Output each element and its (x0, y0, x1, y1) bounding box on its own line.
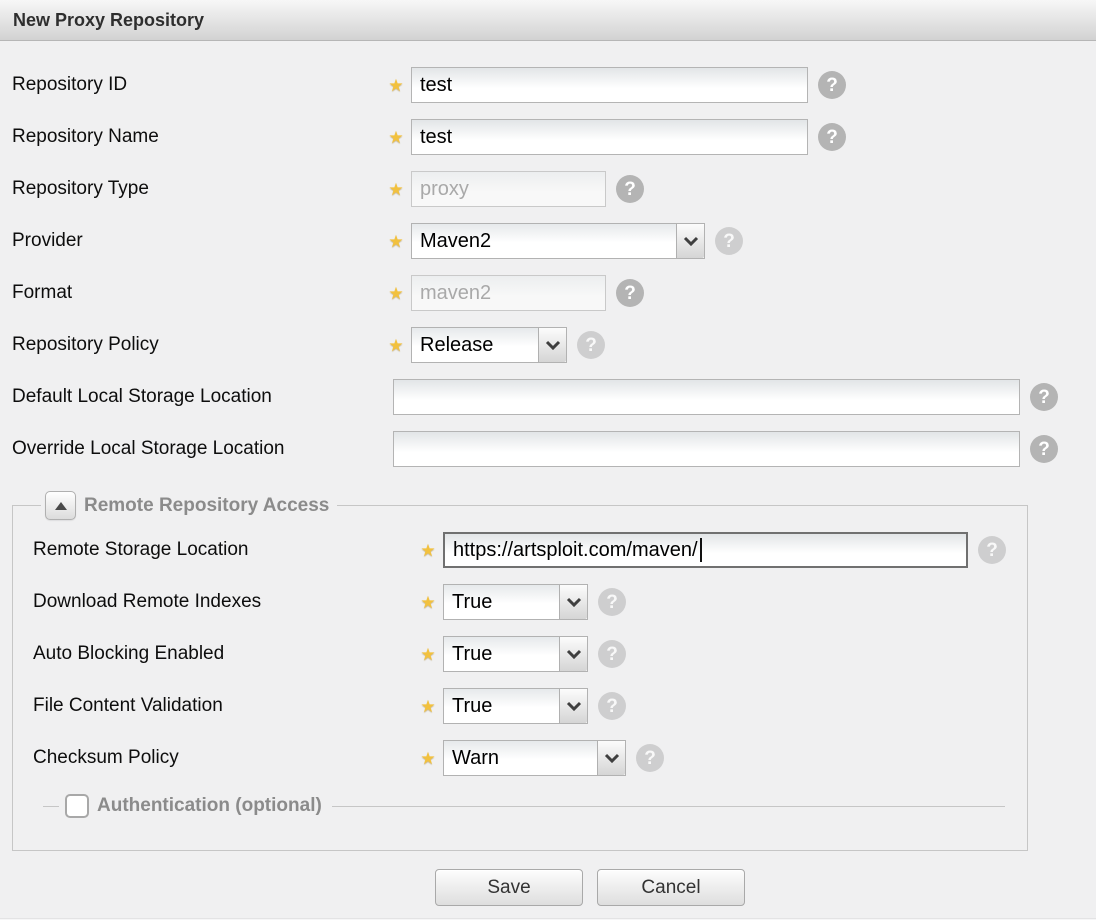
required-star-icon: ★ (420, 540, 436, 560)
form-row-repository-name: Repository Name ★ ? (0, 111, 1096, 163)
save-button[interactable]: Save (435, 869, 583, 906)
chevron-down-icon[interactable] (559, 585, 587, 619)
provider-label: Provider (12, 230, 83, 251)
repository-type-input (411, 171, 606, 207)
required-star-icon: ★ (388, 179, 404, 199)
form-row-repository-type: Repository Type ★ ? (0, 163, 1096, 215)
authentication-checkbox[interactable] (65, 794, 89, 818)
help-icon[interactable]: ? (1030, 383, 1058, 411)
repository-name-label: Repository Name (12, 126, 159, 147)
cancel-button[interactable]: Cancel (597, 869, 745, 906)
form-button-bar: Save Cancel (435, 869, 1096, 906)
form-row-file-content-validation: File Content Validation ★ True ? (33, 680, 1027, 732)
repository-policy-label: Repository Policy (12, 334, 159, 355)
chevron-up-icon (54, 500, 68, 512)
fieldset-dash (43, 805, 59, 807)
fieldset-line (331, 805, 1005, 807)
checksum-policy-select[interactable]: Warn (443, 740, 626, 776)
checksum-policy-label: Checksum Policy (33, 747, 179, 768)
download-remote-indexes-selected-value: True (444, 585, 559, 619)
help-icon[interactable]: ? (715, 227, 743, 255)
format-label: Format (12, 282, 73, 303)
remote-repository-access-section: Remote Repository Access Remote Storage … (12, 491, 1028, 851)
auto-blocking-enabled-select[interactable]: True (443, 636, 588, 672)
required-star-icon: ★ (420, 592, 436, 612)
form-row-remote-storage-location: Remote Storage Location ★ https://artspl… (33, 524, 1027, 576)
form-row-format: Format ★ ? (0, 267, 1096, 319)
download-remote-indexes-select[interactable]: True (443, 584, 588, 620)
chevron-down-icon[interactable] (676, 224, 704, 258)
help-icon[interactable]: ? (598, 692, 626, 720)
file-content-validation-selected-value: True (444, 689, 559, 723)
default-local-storage-input[interactable] (393, 379, 1020, 415)
panel-title: New Proxy Repository (13, 9, 205, 30)
required-star-icon: ★ (388, 283, 404, 303)
form-row-repository-id: Repository ID ★ ? (0, 59, 1096, 111)
provider-select[interactable]: Maven2 (411, 223, 705, 259)
remote-storage-location-input[interactable]: https://artsploit.com/maven/ (443, 532, 968, 568)
provider-selected-value: Maven2 (412, 224, 676, 258)
form-row-download-remote-indexes: Download Remote Indexes ★ True ? (33, 576, 1027, 628)
help-icon[interactable]: ? (616, 279, 644, 307)
format-input (411, 275, 606, 311)
file-content-validation-select[interactable]: True (443, 688, 588, 724)
download-remote-indexes-label: Download Remote Indexes (33, 591, 262, 612)
help-icon[interactable]: ? (978, 536, 1006, 564)
required-star-icon: ★ (388, 231, 404, 251)
form-row-provider: Provider ★ Maven2 ? (0, 215, 1096, 267)
file-content-validation-label: File Content Validation (33, 695, 223, 716)
default-local-storage-label: Default Local Storage Location (12, 386, 272, 407)
checksum-policy-selected-value: Warn (444, 741, 597, 775)
form-row-override-local-storage: Override Local Storage Location ? (0, 423, 1096, 475)
chevron-down-icon[interactable] (559, 637, 587, 671)
new-proxy-repository-panel: New Proxy Repository Repository ID ★ ? R… (0, 0, 1096, 920)
authentication-section-header: Authentication (optional) (43, 784, 1027, 828)
repository-policy-selected-value: Release (412, 328, 538, 362)
chevron-down-icon[interactable] (597, 741, 625, 775)
help-icon[interactable]: ? (818, 71, 846, 99)
repository-type-label: Repository Type (12, 178, 149, 199)
chevron-down-icon[interactable] (559, 689, 587, 723)
repository-form: Repository ID ★ ? Repository Name ★ ? Re… (0, 41, 1096, 851)
help-icon[interactable]: ? (616, 175, 644, 203)
repository-id-input[interactable] (411, 67, 808, 103)
panel-titlebar: New Proxy Repository (0, 0, 1096, 41)
required-star-icon: ★ (420, 696, 436, 716)
remote-storage-location-label: Remote Storage Location (33, 539, 249, 560)
form-row-repository-policy: Repository Policy ★ Release ? (0, 319, 1096, 371)
collapse-section-button[interactable] (45, 491, 76, 520)
auto-blocking-enabled-label: Auto Blocking Enabled (33, 643, 225, 664)
form-row-default-local-storage: Default Local Storage Location ? (0, 371, 1096, 423)
required-star-icon: ★ (388, 75, 404, 95)
override-local-storage-label: Override Local Storage Location (12, 438, 285, 459)
required-star-icon: ★ (388, 335, 404, 355)
repository-id-label: Repository ID (12, 74, 128, 95)
help-icon[interactable]: ? (598, 640, 626, 668)
help-icon[interactable]: ? (818, 123, 846, 151)
repository-policy-select[interactable]: Release (411, 327, 567, 363)
required-star-icon: ★ (388, 127, 404, 147)
required-star-icon: ★ (420, 748, 436, 768)
required-star-icon: ★ (420, 644, 436, 664)
help-icon[interactable]: ? (636, 744, 664, 772)
auto-blocking-enabled-selected-value: True (444, 637, 559, 671)
section-legend-text: Remote Repository Access (84, 494, 330, 516)
remote-storage-location-value: https://artsploit.com/maven/ (453, 538, 698, 561)
repository-name-input[interactable] (411, 119, 808, 155)
form-row-auto-blocking-enabled: Auto Blocking Enabled ★ True ? (33, 628, 1027, 680)
help-icon[interactable]: ? (598, 588, 626, 616)
chevron-down-icon[interactable] (538, 328, 566, 362)
form-row-checksum-policy: Checksum Policy ★ Warn ? (33, 732, 1027, 784)
override-local-storage-input[interactable] (393, 431, 1020, 467)
authentication-legend-text: Authentication (optional) (97, 795, 322, 816)
help-icon[interactable]: ? (1030, 435, 1058, 463)
text-cursor (699, 538, 702, 562)
help-icon[interactable]: ? (577, 331, 605, 359)
